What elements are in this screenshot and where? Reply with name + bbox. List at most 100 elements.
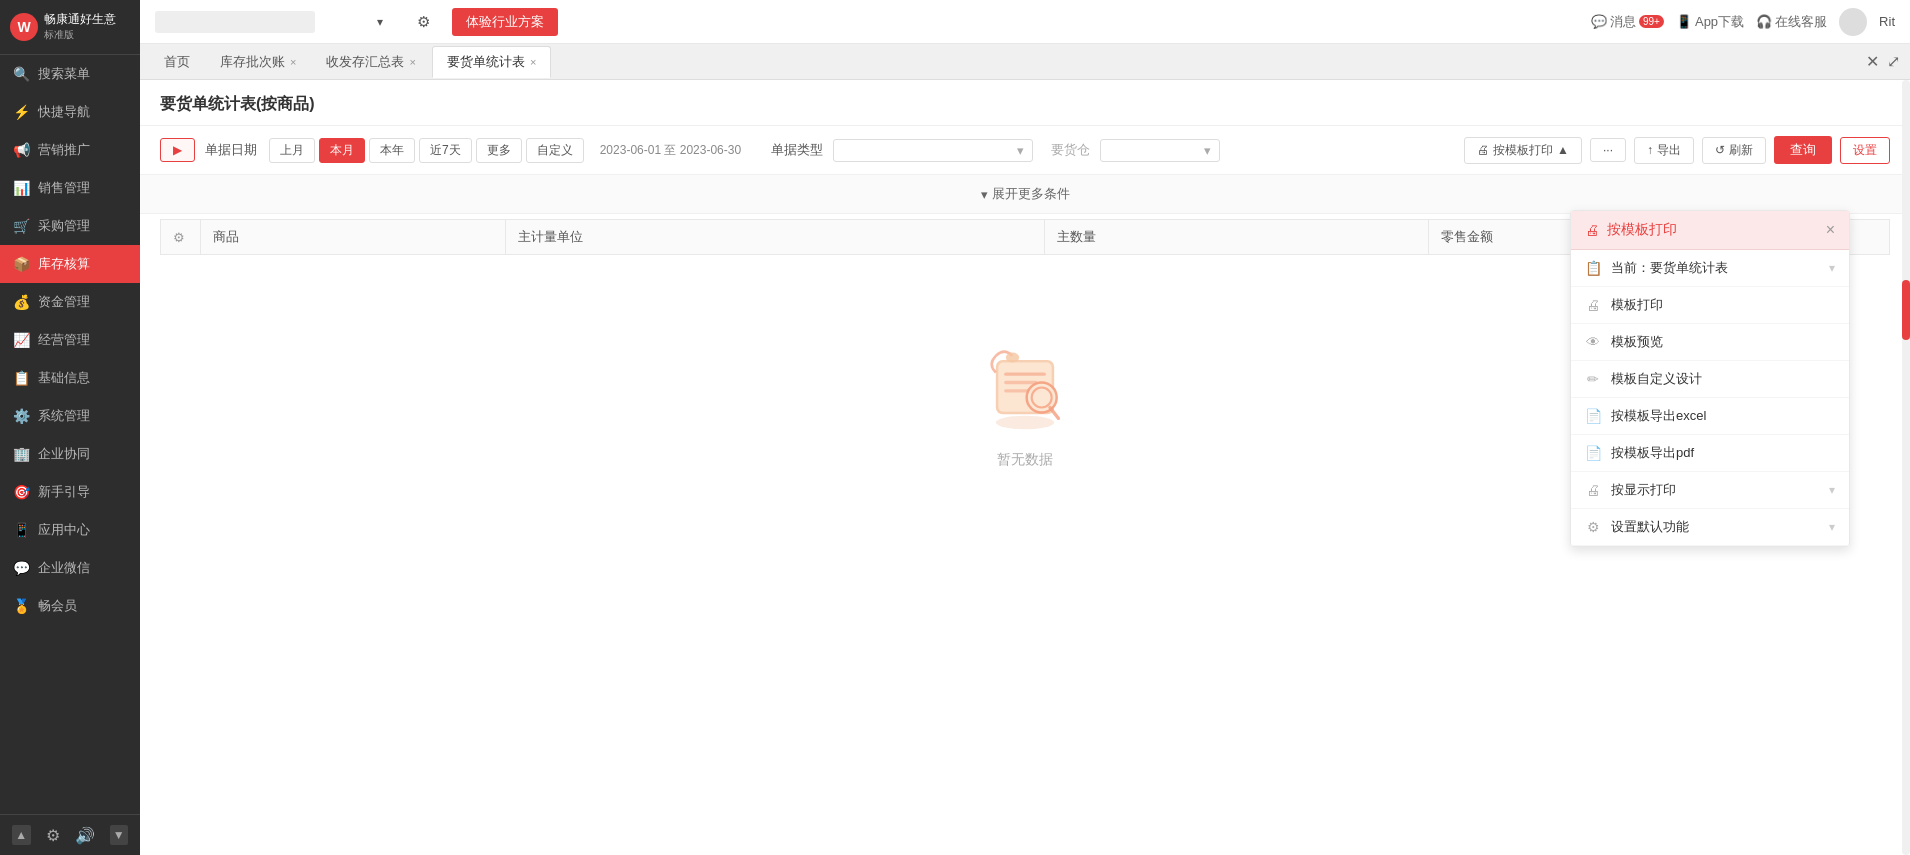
messages-button[interactable]: 💬 消息 99+ [1591,13,1664,31]
sidebar-item-operation[interactable]: 📈 经营管理 [0,321,140,359]
dropdown-item-template-preview[interactable]: 👁 模板预览 [1571,324,1849,361]
sidebar-item-label: 应用中心 [38,521,90,539]
template-print-icon: 🖨 [1585,297,1601,313]
refresh-button[interactable]: ↺ 刷新 [1702,137,1766,164]
window-maximize-button[interactable]: ⤢ [1887,52,1900,71]
date-btn-custom[interactable]: 自定义 [526,138,584,163]
set-default-arrow-icon: ▾ [1829,520,1835,534]
scrollbar-thumb[interactable] [1902,280,1910,340]
user-avatar[interactable] [1839,8,1867,36]
sidebar-item-quicknav[interactable]: ⚡ 快捷导航 [0,93,140,131]
tabbar: 首页 库存批次账 × 收发存汇总表 × 要货单统计表 × ✕ ⤢ [140,44,1910,80]
empty-illustration [975,335,1075,435]
refresh-icon: ↺ [1715,143,1725,157]
dropdown-item-display-print[interactable]: 🖨 按显示打印 ▾ [1571,472,1849,509]
sidebar-item-guide[interactable]: 🎯 新手引导 [0,473,140,511]
date-btn-this-year[interactable]: 本年 [369,138,415,163]
sidebar-item-system[interactable]: ⚙️ 系统管理 [0,397,140,435]
sidebar-item-member[interactable]: 🏅 畅会员 [0,587,140,625]
print-dropdown-button[interactable]: 🖨 按模板打印 ▲ [1464,137,1582,164]
sidebar-nav: 🔍 搜索菜单 ⚡ 快捷导航 📢 营销推广 📊 销售管理 🛒 采购管理 📦 库存核… [0,55,140,814]
dropdown-item-template-pdf[interactable]: 📄 按模板导出pdf [1571,435,1849,472]
search-input[interactable] [155,11,315,33]
dropdown-close-button[interactable]: × [1826,221,1835,239]
app-download-label: App下载 [1695,13,1744,31]
chat-icon: 💬 [12,559,30,577]
tab-order-stats-close[interactable]: × [530,56,536,68]
sidebar-item-enterprise[interactable]: 🏢 企业协同 [0,435,140,473]
sidebar-item-label: 新手引导 [38,483,90,501]
online-service-label: 在线客服 [1775,13,1827,31]
tab-order-stats-label: 要货单统计表 [447,53,525,71]
search-icon: 🔍 [12,65,30,83]
tab-home[interactable]: 首页 [150,47,204,77]
download-icon: 📱 [1676,14,1692,29]
table-gear-icon[interactable]: ⚙ [173,230,185,245]
sidebar-item-label: 系统管理 [38,407,90,425]
filter-expand-area: ▾ 展开更多条件 [140,175,1910,214]
expand-icon-button[interactable]: ▶ [160,138,195,162]
dropdown-item-set-default[interactable]: ⚙ 设置默认功能 ▾ [1571,509,1849,546]
dropdown-section: 📋 当前：要货单统计表 ▾ 🖨 模板打印 👁 模板预览 ✏ 模板自定义设计 [1571,250,1849,546]
content-area: 要货单统计表(按商品) ▶ 单据日期 上月 本月 本年 近7天 更多 自定义 2… [140,80,1910,855]
scroll-up-button[interactable]: ▲ [12,825,31,845]
sidebar-item-label: 经营管理 [38,331,90,349]
megaphone-icon: 📢 [12,141,30,159]
query-button[interactable]: 查询 [1774,136,1832,164]
order-type-dropdown-btn[interactable]: ▾ [1017,143,1024,158]
chevron-down-button[interactable]: ▾ [365,11,395,33]
sidebar-item-inventory[interactable]: 📦 库存核算 [0,245,140,283]
settings-button[interactable]: 设置 [1840,137,1890,164]
dropdown-item-template-custom[interactable]: ✏ 模板自定义设计 [1571,361,1849,398]
trial-button[interactable]: 体验行业方案 [452,8,558,36]
warehouse-select-wrapper: ▾ [1100,139,1220,162]
tab-receipt-summary-label: 收发存汇总表 [326,53,404,71]
dropdown-item-template-print[interactable]: 🖨 模板打印 [1571,287,1849,324]
date-btn-prev-month[interactable]: 上月 [269,138,315,163]
expand-label: 展开更多条件 [992,185,1070,203]
dropdown-item-current[interactable]: 📋 当前：要货单统计表 ▾ [1571,250,1849,287]
settings-icon[interactable]: ⚙ [46,826,60,845]
gear-icon: ⚙️ [12,407,30,425]
tab-receipt-summary[interactable]: 收发存汇总表 × [312,47,429,77]
speaker-icon[interactable]: 🔊 [75,826,95,845]
date-btn-more[interactable]: 更多 [476,138,522,163]
tab-inventory-batch-close[interactable]: × [290,56,296,68]
current-arrow-icon: ▾ [1829,261,1835,275]
sidebar-item-wechat[interactable]: 💬 企业微信 [0,549,140,587]
tab-receipt-summary-close[interactable]: × [409,56,415,68]
export-button[interactable]: ↑ 导出 [1634,137,1694,164]
dropdown-item-template-excel[interactable]: 📄 按模板导出excel [1571,398,1849,435]
main-area: ▾ ⚙ 体验行业方案 💬 消息 99+ 📱 App下载 🎧 在线客服 Rit 首… [140,0,1910,855]
messages-label: 消息 [1610,13,1636,31]
sidebar-item-label: 快捷导航 [38,103,90,121]
date-btn-this-month[interactable]: 本月 [319,138,365,163]
online-service-button[interactable]: 🎧 在线客服 [1756,13,1827,31]
settings-gear-button[interactable]: ⚙ [405,9,442,35]
more-options-button[interactable]: ··· [1590,138,1626,162]
sidebar-item-finance[interactable]: 💰 资金管理 [0,283,140,321]
window-close-button[interactable]: ✕ [1866,52,1879,71]
date-btn-7days[interactable]: 近7天 [419,138,472,163]
phone-icon: 📱 [12,521,30,539]
display-print-icon: 🖨 [1585,482,1601,498]
logo-icon: W [10,13,38,41]
sidebar-item-basic[interactable]: 📋 基础信息 [0,359,140,397]
warehouse-dropdown-btn[interactable]: ▾ [1204,143,1211,158]
scroll-down-button[interactable]: ▼ [110,825,129,845]
sidebar-item-marketing[interactable]: 📢 营销推广 [0,131,140,169]
sidebar-item-appstore[interactable]: 📱 应用中心 [0,511,140,549]
sidebar-item-sales[interactable]: 📊 销售管理 [0,169,140,207]
sidebar-item-purchase[interactable]: 🛒 采购管理 [0,207,140,245]
expand-more-conditions-button[interactable]: ▾ 展开更多条件 [160,179,1890,209]
tab-inventory-batch[interactable]: 库存批次账 × [206,47,310,77]
tab-order-stats[interactable]: 要货单统计表 × [432,46,551,78]
template-excel-label: 按模板导出excel [1611,407,1706,425]
svg-point-0 [996,416,1054,429]
logo-text-block: 畅康通好生意 标准版 [44,12,116,42]
toolbar: ▶ 单据日期 上月 本月 本年 近7天 更多 自定义 2023-06-01 至 … [140,126,1910,175]
app-download-button[interactable]: 📱 App下载 [1676,13,1744,31]
sidebar-item-search[interactable]: 🔍 搜索菜单 [0,55,140,93]
dropdown-item-current-left: 📋 当前：要货单统计表 [1585,259,1728,277]
current-item-label: 当前：要货单统计表 [1611,259,1728,277]
